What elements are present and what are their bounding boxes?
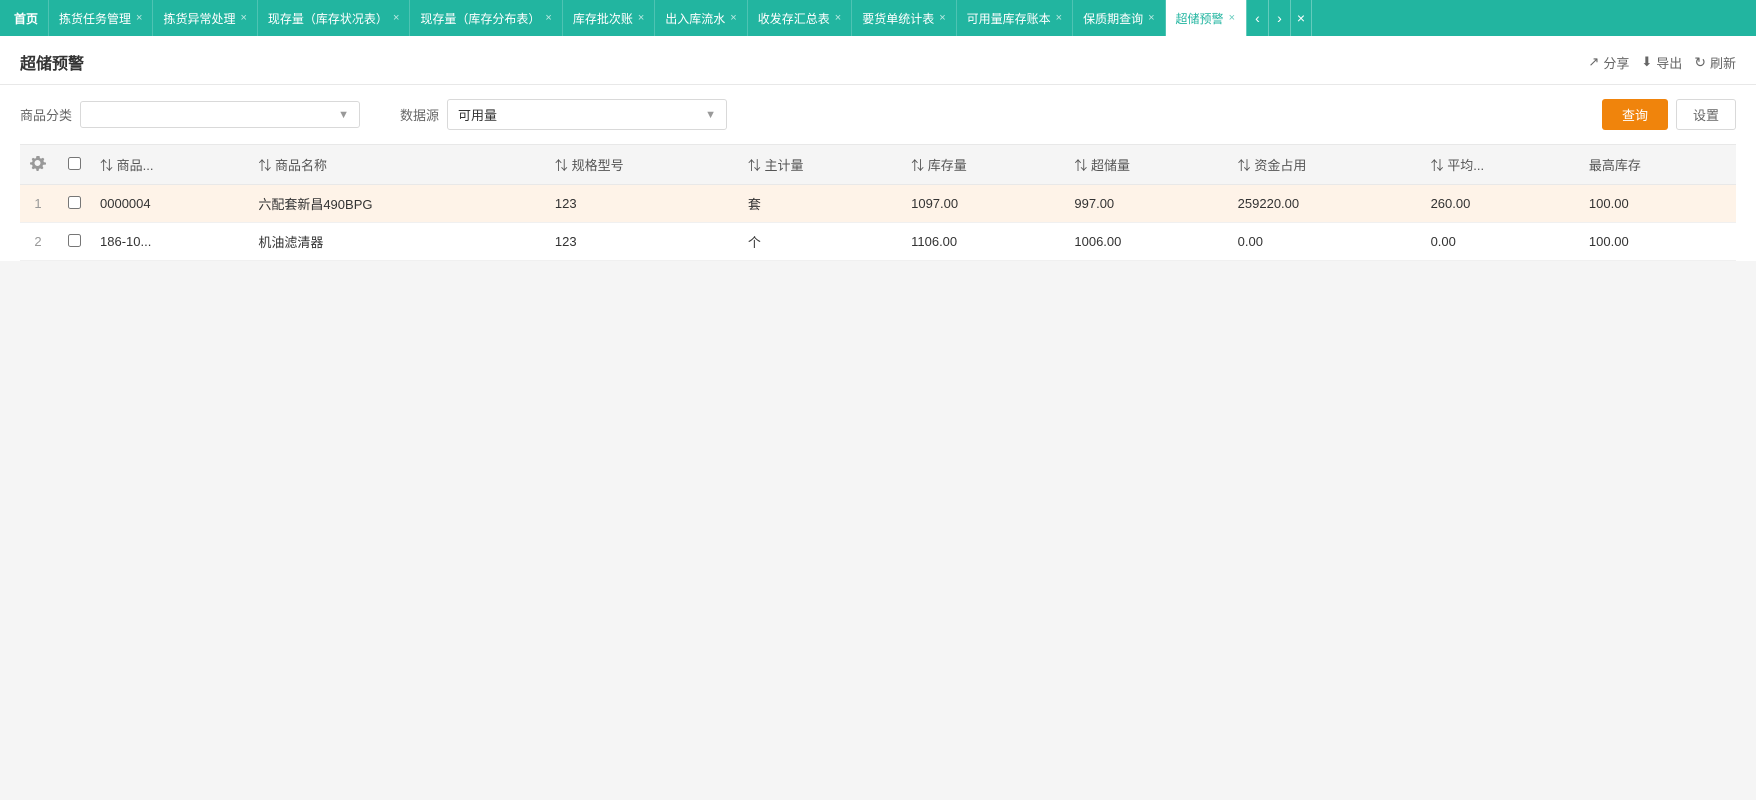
page-content: 超储预警 ↗ 分享 ⬇ 导出 ↻ 刷新 商品分类 ▼ 数据源 <box>0 36 1756 261</box>
column-overstock-qty[interactable]: ⇅ 超储量 <box>1066 145 1229 185</box>
column-goods-name[interactable]: ⇅ 商品名称 <box>250 145 547 185</box>
cell-spec: 123 <box>547 223 740 261</box>
nav-arrow-left[interactable]: ‹ <box>1246 0 1268 36</box>
close-tab-in-out-flow[interactable]: × <box>730 12 736 24</box>
top-navigation: 首页 拣货任务管理 × 拣货异常处理 × 现存量（库存状况表） × 现存量（库存… <box>0 0 1756 36</box>
column-stock-qty[interactable]: ⇅ 库存量 <box>903 145 1066 185</box>
cell-goods-code: 186-10... <box>92 223 250 261</box>
cell-goods-name: 六配套新昌490BPG <box>250 185 547 223</box>
cell-goods-code: 0000004 <box>92 185 250 223</box>
cell-avg: 260.00 <box>1423 185 1581 223</box>
column-checkbox-header[interactable] <box>56 145 92 185</box>
cell-unit: 套 <box>740 185 903 223</box>
cell-goods-name: 机油滤清器 <box>250 223 547 261</box>
row-number: 1 <box>20 185 56 223</box>
table-header-row: ⇅ 商品... ⇅ 商品名称 ⇅ 规格型号 ⇅ 主计量 ⇅ 库存量 <box>20 145 1736 185</box>
datasource-dropdown-icon: ▼ <box>705 109 716 121</box>
filter-actions: 查询 设置 <box>1602 99 1736 130</box>
table-row: 2 186-10... 机油滤清器 123 个 1106.00 1006.00 … <box>20 223 1736 261</box>
cell-max-stock: 100.00 <box>1581 185 1736 223</box>
select-all-checkbox[interactable] <box>68 157 81 170</box>
row-number: 2 <box>20 223 56 261</box>
refresh-icon: ↻ <box>1694 54 1706 71</box>
nav-arrow-right[interactable]: › <box>1268 0 1290 36</box>
query-button[interactable]: 查询 <box>1602 99 1668 130</box>
cell-overstock-qty: 997.00 <box>1066 185 1229 223</box>
overstock-table: ⇅ 商品... ⇅ 商品名称 ⇅ 规格型号 ⇅ 主计量 ⇅ 库存量 <box>20 144 1736 261</box>
column-settings-gear[interactable] <box>20 145 56 185</box>
filter-bar: 商品分类 ▼ 数据源 可用量 ▼ 查询 设置 <box>0 85 1756 144</box>
category-dropdown-icon: ▼ <box>338 109 349 121</box>
settings-button[interactable]: 设置 <box>1676 99 1736 130</box>
cell-overstock-qty: 1006.00 <box>1066 223 1229 261</box>
nav-tab-req-stats[interactable]: 要货单统计表 × <box>852 0 956 36</box>
datasource-select[interactable]: 可用量 ▼ <box>447 99 727 130</box>
export-icon: ⬇ <box>1641 54 1652 70</box>
nav-tab-avail-account[interactable]: 可用量库存账本 × <box>957 0 1073 36</box>
table-container: ⇅ 商品... ⇅ 商品名称 ⇅ 规格型号 ⇅ 主计量 ⇅ 库存量 <box>0 144 1756 261</box>
nav-tab-home[interactable]: 首页 <box>4 0 49 36</box>
close-tab-req-stats[interactable]: × <box>939 12 945 24</box>
close-tab-stock-status[interactable]: × <box>393 12 399 24</box>
refresh-button[interactable]: ↻ 刷新 <box>1694 53 1736 72</box>
close-tab-avail-account[interactable]: × <box>1056 12 1062 24</box>
close-tab-task-mgmt[interactable]: × <box>136 12 142 24</box>
column-capital-used[interactable]: ⇅ 资金占用 <box>1230 145 1423 185</box>
category-filter: 商品分类 ▼ <box>20 101 360 128</box>
nav-tab-overstock-alert[interactable]: 超储预警 × <box>1166 0 1246 36</box>
cell-stock-qty: 1106.00 <box>903 223 1066 261</box>
row-checkbox[interactable] <box>68 234 81 247</box>
cell-capital-used: 0.00 <box>1230 223 1423 261</box>
nav-tab-recv-send[interactable]: 收发存汇总表 × <box>748 0 852 36</box>
close-tab-recv-send[interactable]: × <box>835 12 841 24</box>
share-icon: ↗ <box>1588 54 1599 70</box>
datasource-label: 数据源 <box>400 105 439 124</box>
nav-tab-stock-dist[interactable]: 现存量（库存分布表） × <box>410 0 562 36</box>
column-unit[interactable]: ⇅ 主计量 <box>740 145 903 185</box>
column-max-stock[interactable]: 最高库存 <box>1581 145 1736 185</box>
category-select[interactable]: ▼ <box>80 101 360 128</box>
row-checkbox[interactable] <box>68 196 81 209</box>
category-label: 商品分类 <box>20 105 72 124</box>
nav-tab-batch-account[interactable]: 库存批次账 × <box>563 0 655 36</box>
cell-unit: 个 <box>740 223 903 261</box>
close-tab-overstock-alert[interactable]: × <box>1229 12 1235 24</box>
table-row: 1 0000004 六配套新昌490BPG 123 套 1097.00 997.… <box>20 185 1736 223</box>
cell-capital-used: 259220.00 <box>1230 185 1423 223</box>
cell-avg: 0.00 <box>1423 223 1581 261</box>
export-button[interactable]: ⬇ 导出 <box>1641 53 1682 72</box>
cell-stock-qty: 1097.00 <box>903 185 1066 223</box>
nav-tab-in-out-flow[interactable]: 出入库流水 × <box>655 0 747 36</box>
close-tab-abnormal[interactable]: × <box>240 12 246 24</box>
cell-max-stock: 100.00 <box>1581 223 1736 261</box>
nav-tab-task-mgmt[interactable]: 拣货任务管理 × <box>49 0 153 36</box>
column-spec[interactable]: ⇅ 规格型号 <box>547 145 740 185</box>
close-tab-stock-dist[interactable]: × <box>545 12 551 24</box>
nav-tab-stock-status[interactable]: 现存量（库存状况表） × <box>258 0 410 36</box>
nav-tab-abnormal[interactable]: 拣货异常处理 × <box>153 0 257 36</box>
cell-spec: 123 <box>547 185 740 223</box>
close-tab-batch-account[interactable]: × <box>638 12 644 24</box>
datasource-filter: 数据源 可用量 ▼ <box>400 99 727 130</box>
row-checkbox-cell[interactable] <box>56 223 92 261</box>
nav-tab-quality-check[interactable]: 保质期查询 × <box>1073 0 1165 36</box>
close-tab-quality-check[interactable]: × <box>1148 12 1154 24</box>
share-button[interactable]: ↗ 分享 <box>1588 53 1629 72</box>
column-goods-code[interactable]: ⇅ 商品... <box>92 145 250 185</box>
column-avg[interactable]: ⇅ 平均... <box>1423 145 1581 185</box>
header-actions: ↗ 分享 ⬇ 导出 ↻ 刷新 <box>1588 53 1736 72</box>
page-title: 超储预警 <box>20 50 84 74</box>
page-header: 超储预警 ↗ 分享 ⬇ 导出 ↻ 刷新 <box>0 36 1756 85</box>
row-checkbox-cell[interactable] <box>56 185 92 223</box>
nav-arrow-more[interactable]: × <box>1290 0 1312 36</box>
